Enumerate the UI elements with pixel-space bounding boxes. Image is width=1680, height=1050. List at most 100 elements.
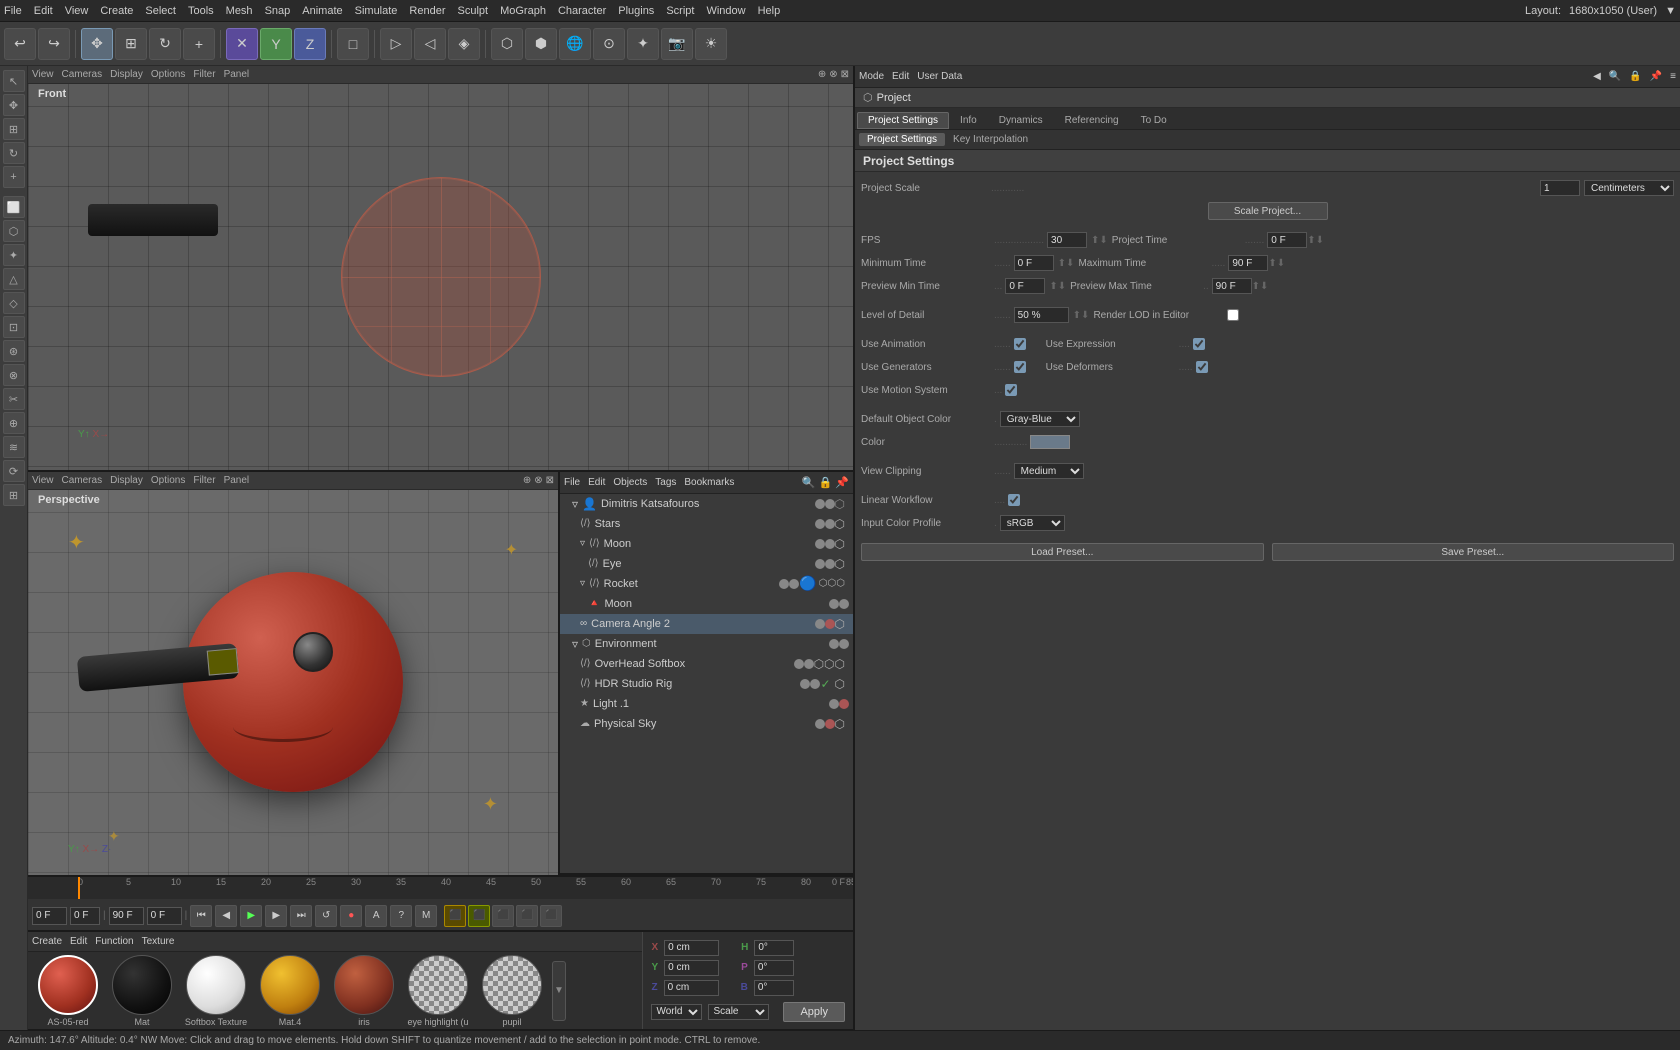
scale-project-button[interactable]: Scale Project... (1208, 202, 1328, 220)
obj-row-light1[interactable]: ★ Light .1 (560, 694, 853, 714)
mat-function[interactable]: Function (95, 936, 133, 947)
attr-check-use-motion[interactable] (1005, 384, 1017, 396)
vp-persp-view[interactable]: View (32, 475, 54, 486)
tab-project-settings[interactable]: Project Settings (857, 112, 949, 129)
obj-eye-dot-1[interactable] (815, 559, 825, 569)
end-frame-field-2[interactable] (147, 907, 182, 925)
menu-create[interactable]: Create (100, 5, 133, 17)
end-frame-input[interactable] (109, 907, 144, 925)
menu-window[interactable]: Window (706, 5, 745, 17)
cam-btn[interactable]: 📷 (661, 28, 693, 60)
tool-9[interactable]: ✂ (3, 388, 25, 410)
attr-input-proj-time[interactable] (1267, 232, 1307, 248)
sculpt-btn[interactable]: ⊙ (593, 28, 625, 60)
tool-8[interactable]: ⊗ (3, 364, 25, 386)
mat-edit[interactable]: Edit (70, 936, 87, 947)
menu-tools[interactable]: Tools (188, 5, 214, 17)
coord-h[interactable] (754, 940, 794, 956)
parallel-btn[interactable]: ⬢ (525, 28, 557, 60)
obj-edit[interactable]: Edit (588, 477, 605, 488)
tl-next-frame[interactable]: ▶ (265, 905, 287, 927)
obj-bookmarks[interactable]: Bookmarks (684, 477, 734, 488)
obj-row-hdr[interactable]: ⟨/⟩ HDR Studio Rig ✓ ⬡ (560, 674, 853, 694)
menu-script[interactable]: Script (666, 5, 694, 17)
vp-persp-panel[interactable]: Panel (224, 475, 250, 486)
obj-physsky-dot-2[interactable] (825, 719, 835, 729)
pm-arrows[interactable]: ⬆⬇ (1049, 281, 1066, 292)
vp-persp-icon-1[interactable]: ⊕ (523, 475, 531, 486)
vp-front-cameras[interactable]: Cameras (62, 69, 103, 80)
attr-check-linear[interactable] (1008, 494, 1020, 506)
lod-arrows[interactable]: ⬆⬇ (1073, 310, 1090, 321)
menu-character[interactable]: Character (558, 5, 606, 17)
tool-3[interactable]: ✦ (3, 244, 25, 266)
tool-12[interactable]: ⟳ (3, 460, 25, 482)
obj-hdr-dot-2[interactable] (810, 679, 820, 689)
apply-button[interactable]: Apply (783, 1002, 845, 1022)
obj-row-env[interactable]: ▿ ⬡ Environment (560, 634, 853, 654)
attr-select-def-color[interactable]: Gray-BlueCustom (1000, 411, 1080, 427)
frame-field-2[interactable] (70, 907, 100, 925)
menu-sculpt[interactable]: Sculpt (458, 5, 489, 17)
attr-input-prev-min[interactable] (1005, 278, 1045, 294)
obj-star-dot-3[interactable]: ⬡ (835, 517, 845, 531)
tool-scale[interactable]: ⊞ (3, 118, 25, 140)
attr-pin-icon[interactable]: 📌 (1650, 71, 1662, 82)
attr-userdata[interactable]: User Data (917, 71, 962, 82)
vp-front-display[interactable]: Display (110, 69, 143, 80)
tl-go-end[interactable]: ⏭ (290, 905, 312, 927)
tl-auto[interactable]: A (365, 905, 387, 927)
save-preset-button[interactable]: Save Preset... (1272, 543, 1675, 561)
menu-animate[interactable]: Animate (302, 5, 342, 17)
render-btn[interactable]: ☀ (695, 28, 727, 60)
mxt-arrows[interactable]: ⬆⬇ (1268, 258, 1285, 269)
z-axis-btn[interactable]: Z (294, 28, 326, 60)
obj-lock-icon[interactable]: 🔒 (819, 476, 833, 489)
undo-button[interactable]: ↩ (4, 28, 36, 60)
vp-persp-filter[interactable]: Filter (193, 475, 215, 486)
obj-row-moon2[interactable]: 🔺 Moon (560, 594, 853, 614)
obj-pin-icon[interactable]: 📌 (835, 476, 849, 489)
obj-rocket-tag-1[interactable]: 🔵 (799, 575, 816, 592)
tl-key2[interactable]: ⬛ (468, 905, 490, 927)
obj-dot-2[interactable] (825, 499, 835, 509)
attr-input-prev-max[interactable] (1212, 278, 1252, 294)
attr-input-min-time[interactable] (1014, 255, 1054, 271)
coord-space[interactable]: WorldObject (651, 1004, 702, 1020)
y-axis-btn[interactable]: Y (260, 28, 292, 60)
tool-rotate[interactable]: ↻ (3, 142, 25, 164)
obj-moon-dot-2[interactable] (825, 539, 835, 549)
current-frame-input[interactable] (32, 907, 67, 925)
mat-item-iris[interactable]: iris (330, 955, 398, 1027)
perspective-btn[interactable]: ⬡ (491, 28, 523, 60)
attr-check-render-lod[interactable] (1227, 309, 1239, 321)
obj-moon2-dot-1[interactable] (829, 599, 839, 609)
attr-input-proj-scale[interactable] (1540, 180, 1580, 196)
mt-arrows[interactable]: ⬆⬇ (1058, 258, 1075, 269)
tab-info[interactable]: Info (949, 112, 988, 129)
mat-item-mat4[interactable]: Mat.4 (256, 955, 324, 1027)
add-tool[interactable]: + (183, 28, 215, 60)
obj-softbox-tag[interactable]: ⬡⬡⬡ (814, 657, 845, 671)
obj-moon-dot-3[interactable]: ⬡ (835, 537, 845, 551)
obj-moon2-dot-2[interactable] (839, 599, 849, 609)
vp-front-options[interactable]: Options (151, 69, 185, 80)
menu-simulate[interactable]: Simulate (355, 5, 398, 17)
attr-input-max-time[interactable] (1228, 255, 1268, 271)
obj-row-moon[interactable]: ▿ ⟨/⟩ Moon ⬡ (560, 534, 853, 554)
attr-color-swatch[interactable] (1030, 435, 1070, 449)
obj-tags[interactable]: Tags (655, 477, 676, 488)
vp-front-filter[interactable]: Filter (193, 69, 215, 80)
obj-star-dot-1[interactable] (815, 519, 825, 529)
coord-x[interactable] (664, 940, 719, 956)
tl-go-start[interactable]: ⏮ (190, 905, 212, 927)
menu-view[interactable]: View (65, 5, 89, 17)
obj-softbox-dot-2[interactable] (804, 659, 814, 669)
tool-add[interactable]: + (3, 166, 25, 188)
menu-file[interactable]: File (4, 5, 22, 17)
obj-row-eye[interactable]: ⟨/⟩ Eye ⬡ (560, 554, 853, 574)
mat-item-pupil[interactable]: pupil (478, 955, 546, 1027)
move-tool[interactable]: ✥ (81, 28, 113, 60)
obj-objects[interactable]: Objects (613, 477, 647, 488)
menu-snap[interactable]: Snap (265, 5, 291, 17)
